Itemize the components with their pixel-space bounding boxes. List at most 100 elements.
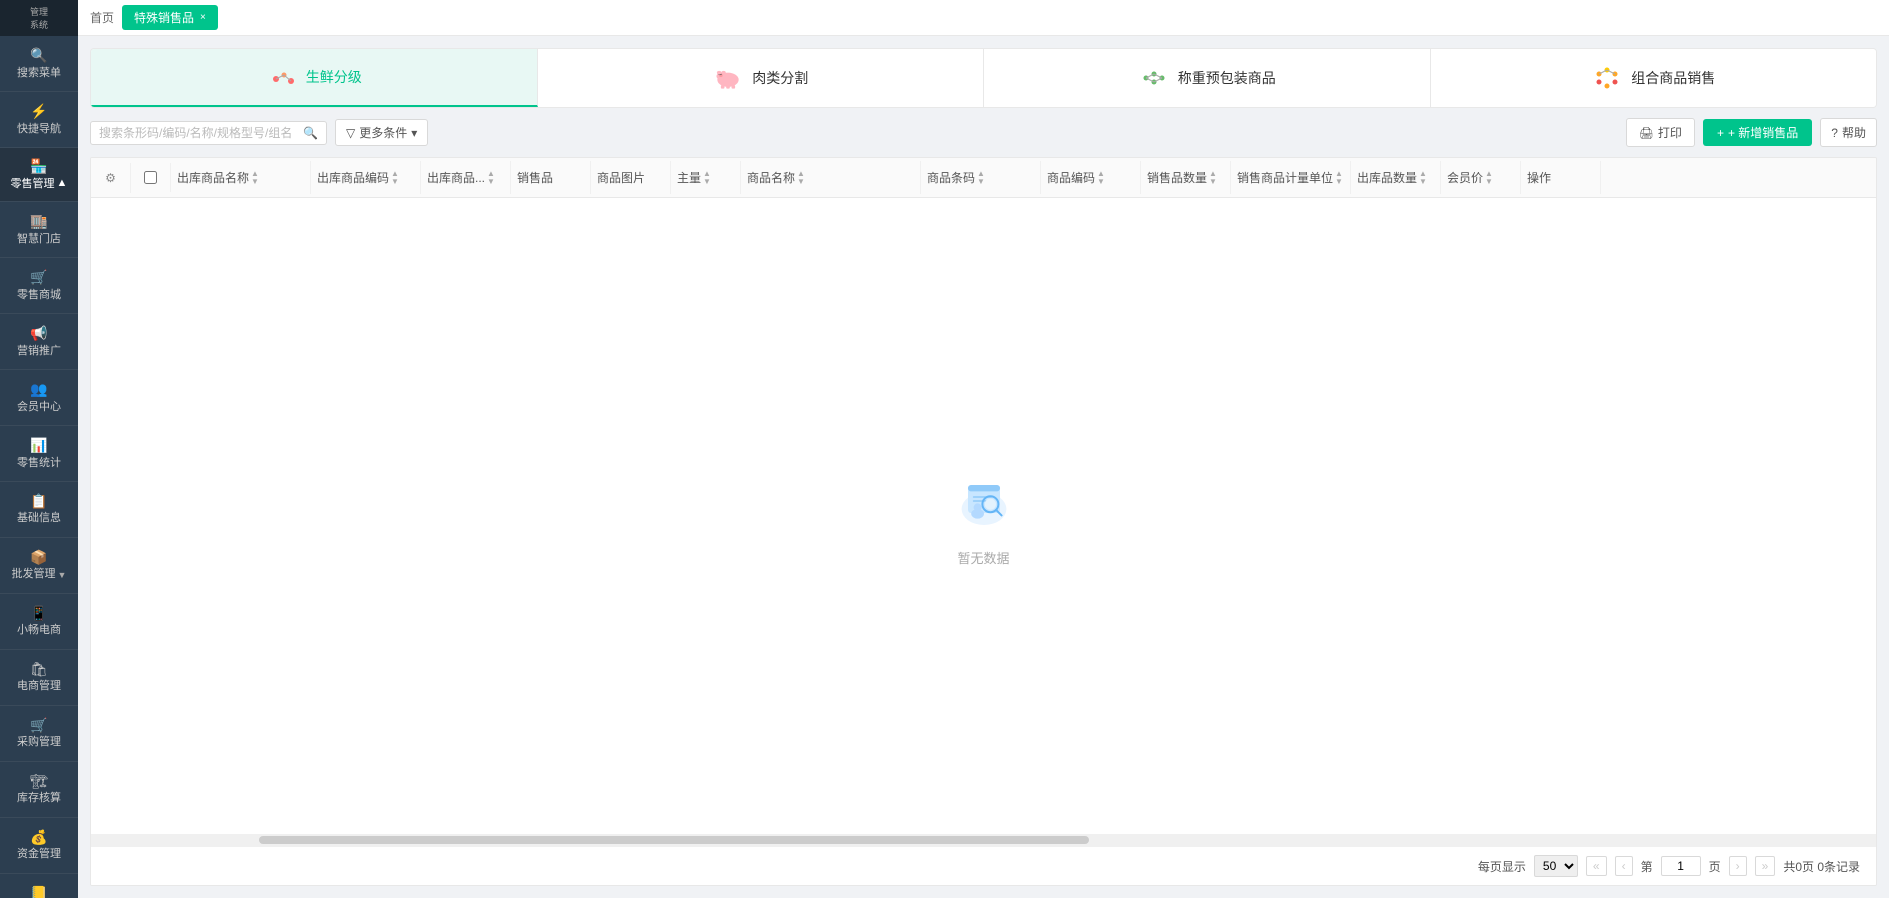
page-number-input[interactable] [1661,856,1701,876]
sidebar-item-fund-mgmt[interactable]: 💰 资金管理 [0,818,78,874]
sidebar: 管理系统 🔍 搜索菜单 ⚡ 快捷导航 🏪 零售管理 ▲ 🏬 智慧门店 🛒 零售商… [0,0,78,898]
sidebar-item-ecom-mgmt[interactable]: 🛍 电商管理 [0,650,78,706]
tab-label: 肉类分割 [752,68,808,88]
retail-mgmt-icon: 🏪 [30,158,47,175]
sidebar-item-label: 批发管理 [12,567,56,582]
chevron-down-icon: ▲ [57,177,68,189]
sort-icon6[interactable]: ▲▼ [977,170,985,186]
page-label-before: 第 [1641,858,1653,875]
empty-text: 暂无数据 [957,548,1009,567]
purchase-mgmt-icon: 🛒 [30,716,47,736]
general-ledger-icon: 📒 [30,884,47,898]
sidebar-item-quick-nav[interactable]: ⚡ 快捷导航 [0,92,78,148]
filter-arrow-icon: ▾ [411,126,417,140]
sidebar-item-wholesale-mgmt[interactable]: 📦 批发管理 ▼ [0,538,78,594]
settings-icon: ⚙ [105,171,116,185]
th-product-img: 商品图片 [591,161,671,194]
sort-icon10[interactable]: ▲▼ [1419,170,1427,186]
sales-promo-icon: 📢 [30,324,47,344]
retail-stats-icon: 📊 [30,436,47,456]
sidebar-item-label: 零售统计 [17,456,61,471]
table-container: ⚙ 出库商品名称 ▲▼ 出库商品编码 ▲▼ 出库商品... ▲▼ [90,157,1877,886]
close-tab-icon[interactable]: × [200,12,206,23]
scrollbar-thumb[interactable] [259,836,1089,844]
quick-nav-icon: ⚡ [30,102,47,122]
tab-label: 组合商品销售 [1631,68,1715,88]
sidebar-item-retail-mall[interactable]: 🛒 零售商城 [0,258,78,314]
select-all-checkbox[interactable] [144,171,157,184]
th-product-name: 商品名称 ▲▼ [741,161,921,194]
print-btn[interactable]: 🖨 打印 [1626,118,1695,147]
sort-icon9[interactable]: ▲▼ [1335,170,1343,186]
horizontal-scrollbar[interactable] [91,834,1876,846]
ecom-mgmt-icon: 🛍 [30,660,48,680]
search-input[interactable] [99,126,299,140]
print-label: 打印 [1658,124,1682,141]
chevron-down-icon2: ▼ [58,569,67,582]
sort-icon3[interactable]: ▲▼ [487,170,495,186]
help-icon: ? [1831,126,1838,140]
empty-illustration [944,466,1024,536]
fresh-grade-icon [266,63,298,91]
sidebar-item-member-center[interactable]: 👥 会员中心 [0,370,78,426]
pagination: 每页显示 50 « ‹ 第 页 › » 共0页 0条记录 [91,846,1876,885]
sidebar-item-label: 智慧门店 [17,232,61,247]
sidebar-item-purchase-mgmt[interactable]: 🛒 采购管理 [0,706,78,762]
last-page-btn[interactable]: » [1755,856,1776,876]
sort-icon11[interactable]: ▲▼ [1485,170,1493,186]
smart-store-icon: 🏬 [30,212,47,232]
th-out-name: 出库商品名称 ▲▼ [171,161,311,194]
filter-icon: ▽ [346,126,355,140]
next-page-btn[interactable]: › [1729,856,1747,876]
sort-icon8[interactable]: ▲▼ [1209,170,1217,186]
th-barcode: 商品条码 ▲▼ [921,161,1041,194]
sidebar-item-label: 零售商城 [17,288,61,303]
prev-page-btn[interactable]: ‹ [1615,856,1633,876]
help-btn[interactable]: ? 帮助 [1820,118,1877,147]
filter-btn[interactable]: ▽ 更多条件 ▾ [335,119,428,146]
sidebar-item-inventory[interactable]: 🏗 库存核算 [0,762,78,818]
sidebar-item-label: 采购管理 [17,735,61,750]
sidebar-item-retail-mgmt[interactable]: 🏪 零售管理 ▲ [0,148,78,202]
page-size-label: 每页显示 [1478,858,1526,875]
base-info-icon: 📋 [30,492,47,512]
sidebar-item-base-info[interactable]: 📋 基础信息 [0,482,78,538]
sidebar-item-sales-promo[interactable]: 📢 营销推广 [0,314,78,370]
th-out-spec: 出库商品... ▲▼ [421,161,511,194]
sidebar-item-retail-stats[interactable]: 📊 零售统计 [0,426,78,482]
sort-icon[interactable]: ▲▼ [251,170,259,186]
tab-meat-cut[interactable]: 肉类分割 [538,49,985,107]
add-label: + 新增销售品 [1728,124,1798,141]
first-page-btn[interactable]: « [1586,856,1607,876]
filter-label: 更多条件 [359,124,407,141]
main-content: 生鲜分级 [78,36,1889,898]
add-product-btn[interactable]: + + 新增销售品 [1703,119,1812,146]
tab-combo[interactable]: 组合商品销售 [1431,49,1877,107]
toolbar-left: 🔍 ▽ 更多条件 ▾ [90,119,428,146]
combo-icon [1591,64,1623,92]
tab-fresh-grade[interactable]: 生鲜分级 [91,49,538,107]
th-settings[interactable]: ⚙ [91,163,131,193]
sidebar-logo: 管理系统 [0,0,78,36]
sidebar-item-mini-ecom[interactable]: 📱 小畅电商 [0,594,78,650]
sort-icon5[interactable]: ▲▼ [797,170,805,186]
table-header: ⚙ 出库商品名称 ▲▼ 出库商品编码 ▲▼ 出库商品... ▲▼ [91,158,1876,198]
sidebar-item-smart-store[interactable]: 🏬 智慧门店 [0,202,78,258]
current-tab[interactable]: 特殊销售品 × [122,5,218,30]
sidebar-item-label: 库存核算 [17,791,61,806]
sidebar-item-general-ledger[interactable]: 📒 总账管理 [0,874,78,898]
page-size-select[interactable]: 50 [1534,855,1578,877]
print-icon: 🖨 [1639,126,1654,140]
sort-icon2[interactable]: ▲▼ [391,170,399,186]
sidebar-item-label: 搜索菜单 [17,66,61,81]
sidebar-item-search-menu[interactable]: 🔍 搜索菜单 [0,36,78,92]
sort-icon7[interactable]: ▲▼ [1097,170,1105,186]
sidebar-item-label: 零售管理 [11,175,55,191]
tab-weight-pkg[interactable]: 称重预包装商品 [984,49,1431,107]
th-checkbox[interactable] [131,163,171,192]
sidebar-item-label: 小畅电商 [17,623,61,638]
sort-icon4[interactable]: ▲▼ [703,170,711,186]
weight-pkg-icon [1138,64,1170,92]
home-breadcrumb[interactable]: 首页 [90,9,114,26]
empty-state: 暂无数据 [91,198,1876,834]
